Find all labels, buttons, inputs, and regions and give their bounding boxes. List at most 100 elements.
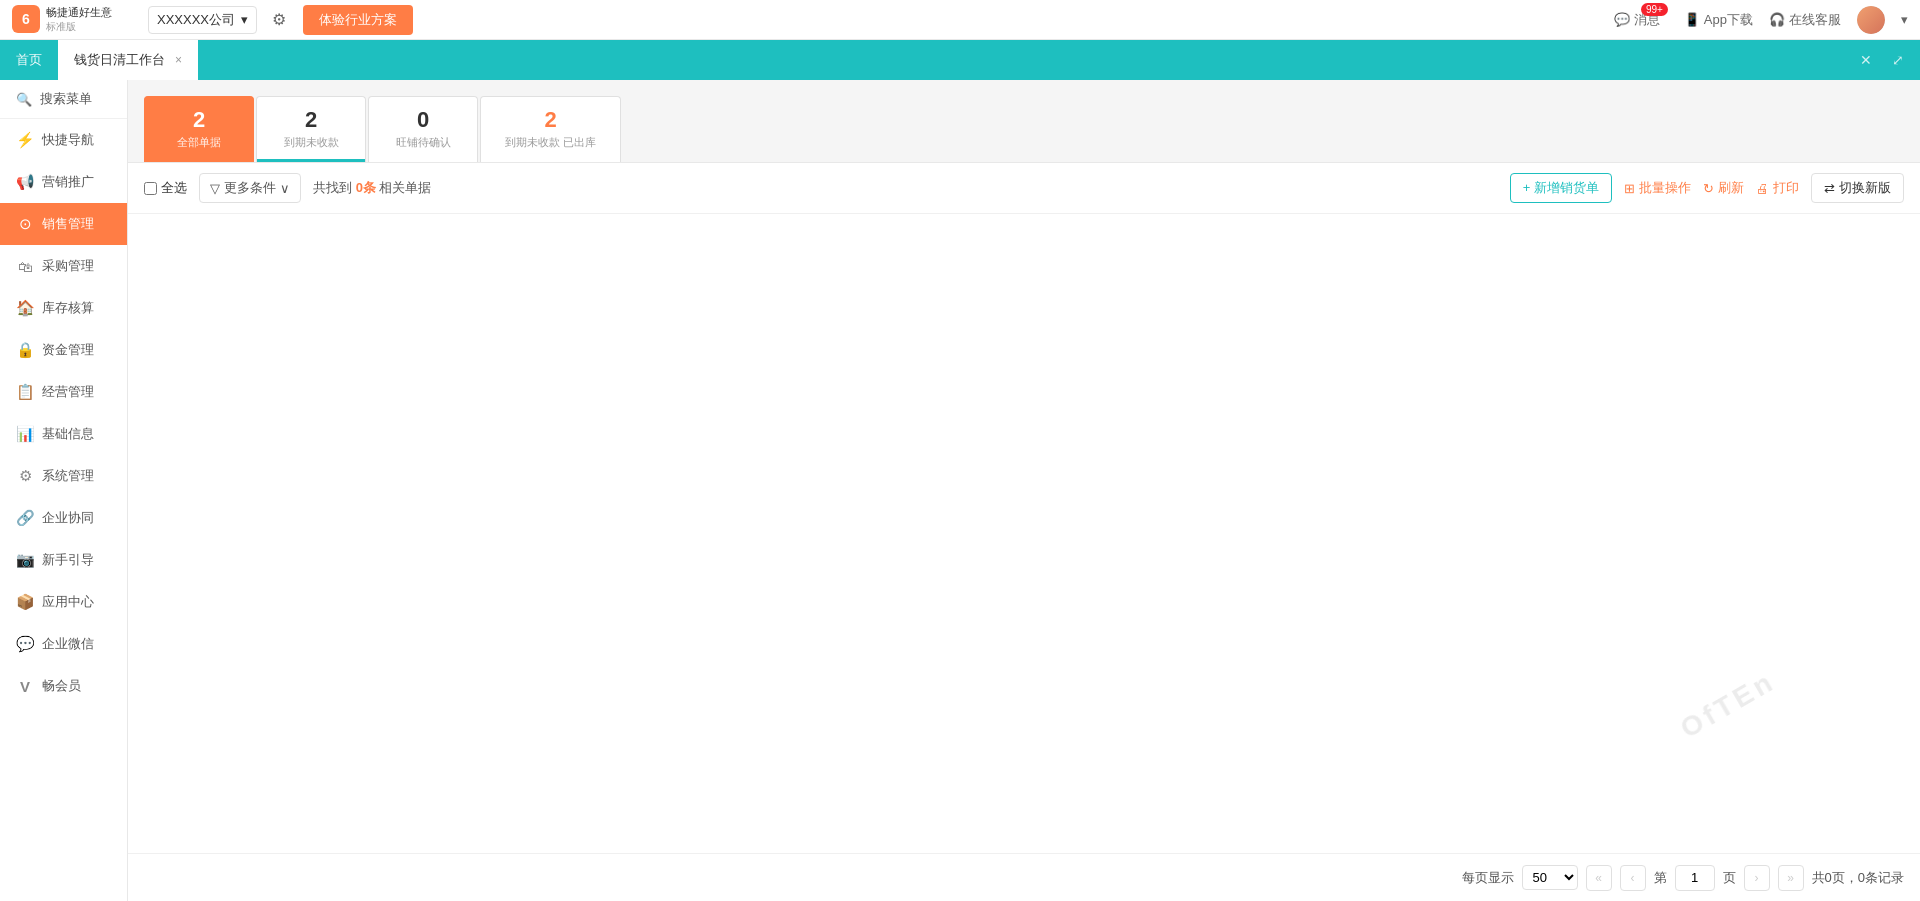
sidebar-item-label: 系统管理 [42, 467, 94, 485]
sidebar-item-system[interactable]: ⚙ 系统管理 [0, 455, 127, 497]
tab-maximize-btn[interactable]: ⤢ [1886, 48, 1910, 72]
message-btn[interactable]: 💬 消息 99+ [1614, 11, 1660, 29]
stat-count-all: 2 [193, 107, 205, 133]
sidebar-item-enterprise[interactable]: 🔗 企业协同 [0, 497, 127, 539]
prev-page-btn[interactable]: ‹ [1620, 865, 1646, 891]
sidebar-item-label: 采购管理 [42, 257, 94, 275]
sidebar-item-label: 资金管理 [42, 341, 94, 359]
select-all-label: 全选 [161, 179, 187, 197]
sidebar-item-operation[interactable]: 📋 经营管理 [0, 371, 127, 413]
chevron-down-icon-user: ▾ [1901, 12, 1908, 27]
app-download-icon: 📱 [1684, 12, 1700, 27]
sidebar-item-basic-info[interactable]: 📊 基础信息 [0, 413, 127, 455]
enterprise-icon: 🔗 [16, 509, 34, 527]
purchase-icon: 🛍 [16, 258, 34, 275]
stat-tab-wangpu[interactable]: 0 旺铺待确认 [368, 96, 478, 162]
sidebar-item-purchase[interactable]: 🛍 采购管理 [0, 245, 127, 287]
sidebar-item-label: 企业微信 [42, 635, 94, 653]
stat-tab-overdue-shipped[interactable]: 2 到期未收款 已出库 [480, 96, 621, 162]
sidebar-item-finance[interactable]: 🔒 资金管理 [0, 329, 127, 371]
content-inner: 2 全部单据 2 到期未收款 0 旺铺待确认 2 到期未收款 已出库 [128, 80, 1920, 901]
avatar-image [1857, 6, 1885, 34]
filter-icon: ▽ [210, 181, 220, 196]
tab-bar-controls: ✕ ⤢ [1854, 48, 1920, 72]
new-sales-btn[interactable]: + 新增销货单 [1510, 173, 1612, 203]
sidebar-item-label: 基础信息 [42, 425, 94, 443]
stat-tab-all[interactable]: 2 全部单据 [144, 96, 254, 162]
header-right: 💬 消息 99+ 📱 App下载 🎧 在线客服 ▾ [1614, 6, 1908, 34]
sidebar-item-member[interactable]: V 畅会员 [0, 665, 127, 707]
sidebar-item-label: 企业协同 [42, 509, 94, 527]
page-size-select[interactable]: 50 20 100 [1522, 865, 1578, 890]
member-icon: V [16, 678, 34, 695]
active-tab-label: 钱货日清工作台 [74, 51, 165, 69]
sidebar-item-sales[interactable]: ⊙ 销售管理 [0, 203, 127, 245]
company-name: XXXXXX公司 [157, 11, 235, 29]
app-download-btn[interactable]: 📱 App下载 [1684, 11, 1753, 29]
sidebar-search-label: 搜索菜单 [40, 90, 92, 108]
tab-bar: 首页 钱货日清工作台 × ✕ ⤢ [0, 40, 1920, 80]
sidebar-item-marketing[interactable]: 📢 营销推广 [0, 161, 127, 203]
sidebar-item-quick-nav[interactable]: ⚡ 快捷导航 [0, 119, 127, 161]
headset-icon: 🎧 [1769, 12, 1785, 27]
print-label: 打印 [1773, 179, 1799, 197]
stat-count-wangpu: 0 [417, 107, 429, 133]
online-service-btn[interactable]: 🎧 在线客服 [1769, 11, 1841, 29]
settings-icon[interactable]: ⚙ [265, 6, 293, 34]
logo-text: 畅捷通好生意 [46, 5, 112, 19]
avatar[interactable] [1857, 6, 1885, 34]
tab-home[interactable]: 首页 [0, 40, 58, 80]
sales-icon: ⊙ [16, 215, 34, 233]
stats-tabs: 2 全部单据 2 到期未收款 0 旺铺待确认 2 到期未收款 已出库 [128, 80, 1920, 163]
select-all-checkbox[interactable]: 全选 [144, 179, 187, 197]
first-page-btn[interactable]: « [1586, 865, 1612, 891]
chevron-down-icon-filter: ∨ [280, 181, 290, 196]
switch-label: 切换新版 [1839, 179, 1891, 197]
refresh-btn[interactable]: ↻ 刷新 [1703, 179, 1744, 197]
toolbar: 全选 ▽ 更多条件 ∨ 共找到 0条 相关单据 + 新增销货单 ⊞ 批量 [128, 163, 1920, 214]
message-badge: 99+ [1641, 3, 1668, 16]
last-page-btn[interactable]: » [1778, 865, 1804, 891]
found-text: 共找到 0条 相关单据 [313, 179, 431, 197]
sidebar-item-guide[interactable]: 📷 新手引导 [0, 539, 127, 581]
total-info: 共0页，0条记录 [1812, 869, 1904, 887]
tab-close-window-btn[interactable]: ✕ [1854, 48, 1878, 72]
system-icon: ⚙ [16, 467, 34, 485]
found-count: 0条 [356, 180, 376, 195]
switch-btn[interactable]: ⇄ 切换新版 [1811, 173, 1904, 203]
home-tab-label: 首页 [16, 51, 42, 69]
switch-icon: ⇄ [1824, 181, 1835, 196]
next-page-btn[interactable]: › [1744, 865, 1770, 891]
sidebar-item-label: 销售管理 [42, 215, 94, 233]
logo-icon: 6 [12, 5, 40, 33]
tab-indicator [257, 159, 365, 162]
inventory-icon: 🏠 [16, 299, 34, 317]
basic-info-icon: 📊 [16, 425, 34, 443]
page-label-pre: 第 [1654, 869, 1667, 887]
tab-close-icon[interactable]: × [175, 53, 182, 67]
username-area[interactable]: ▾ [1901, 12, 1908, 27]
sidebar-item-weixin[interactable]: 💬 企业微信 [0, 623, 127, 665]
stat-tab-overdue[interactable]: 2 到期未收款 [256, 96, 366, 162]
sidebar-item-inventory[interactable]: 🏠 库存核算 [0, 287, 127, 329]
search-icon: 🔍 [16, 92, 32, 107]
marketing-icon: 📢 [16, 173, 34, 191]
filter-btn[interactable]: ▽ 更多条件 ∨ [199, 173, 301, 203]
stat-label-all: 全部单据 [177, 135, 221, 150]
sidebar-item-label: 畅会员 [42, 677, 81, 695]
batch-ops-icon: ⊞ [1624, 181, 1635, 196]
company-selector[interactable]: XXXXXX公司 ▾ [148, 6, 257, 34]
stat-label-overdue-shipped: 到期未收款 已出库 [505, 135, 596, 150]
experience-btn[interactable]: 体验行业方案 [303, 5, 413, 35]
app-download-label: App下载 [1704, 11, 1753, 29]
page-input[interactable] [1675, 865, 1715, 891]
batch-ops-btn[interactable]: ⊞ 批量操作 [1624, 179, 1691, 197]
sidebar-item-app-center[interactable]: 📦 应用中心 [0, 581, 127, 623]
sidebar-search[interactable]: 🔍 搜索菜单 [0, 80, 127, 119]
batch-ops-label: 批量操作 [1639, 179, 1691, 197]
logo-sub: 标准版 [46, 20, 112, 34]
stat-count-overdue-shipped: 2 [544, 107, 556, 133]
tab-qianhuoqingong[interactable]: 钱货日清工作台 × [58, 40, 198, 80]
print-btn[interactable]: 🖨 打印 [1756, 179, 1799, 197]
select-all-input[interactable] [144, 182, 157, 195]
